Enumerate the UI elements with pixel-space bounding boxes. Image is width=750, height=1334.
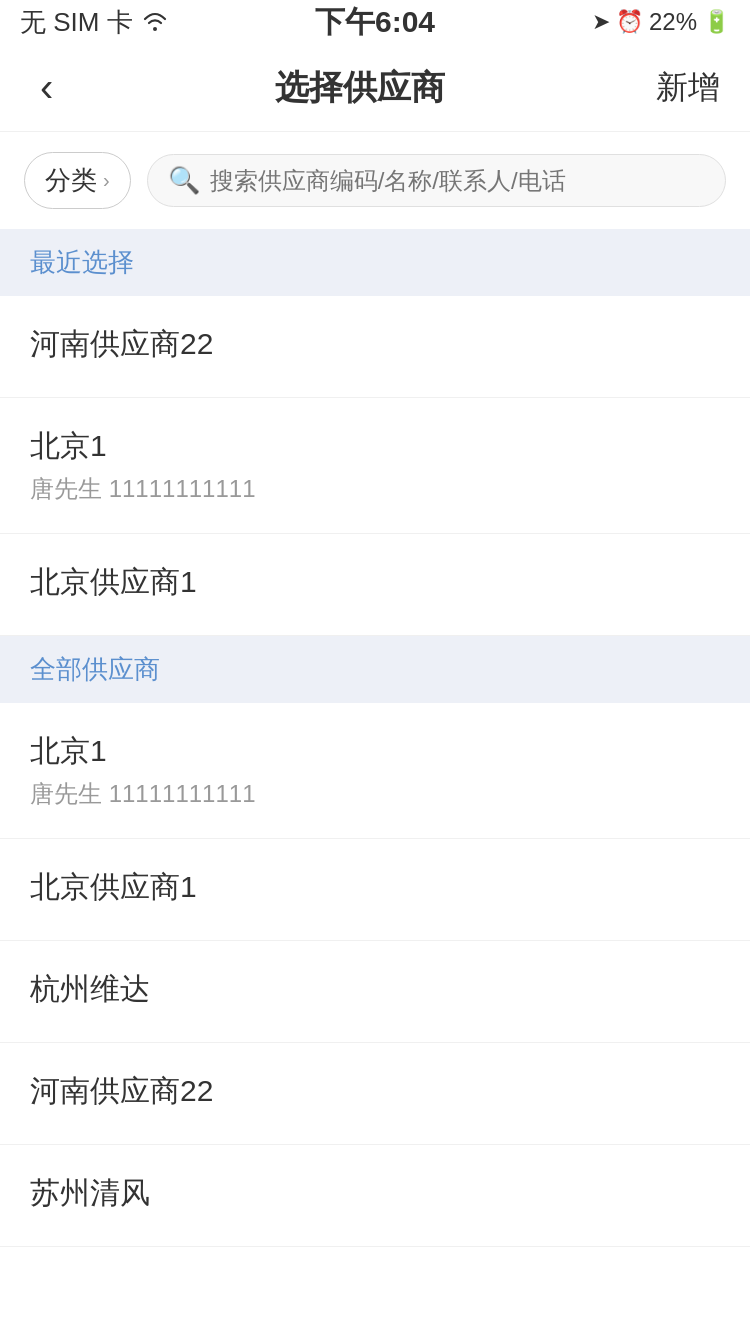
item-name: 北京供应商1 (30, 867, 720, 908)
status-left: 无 SIM 卡 (20, 5, 169, 40)
category-label: 分类 (45, 163, 97, 198)
list-item[interactable]: 河南供应商22 (0, 296, 750, 398)
list-item[interactable]: 杭州维达 (0, 941, 750, 1043)
all-section-label: 全部供应商 (30, 654, 160, 684)
wifi-icon (141, 7, 169, 38)
list-item[interactable]: 苏州清风 (0, 1145, 750, 1247)
recent-section-label: 最近选择 (30, 247, 134, 277)
category-filter[interactable]: 分类 › (24, 152, 131, 209)
back-button[interactable]: ‹ (30, 55, 63, 120)
item-name: 杭州维达 (30, 969, 720, 1010)
list-item[interactable]: 北京1 唐先生 11111111111 (0, 703, 750, 839)
item-sub: 唐先生 11111111111 (30, 778, 720, 810)
all-section-header: 全部供应商 (0, 636, 750, 703)
recent-section-header: 最近选择 (0, 229, 750, 296)
battery-text: 22% (649, 8, 697, 36)
page-title: 选择供应商 (275, 65, 445, 111)
item-name: 北京1 (30, 426, 720, 467)
search-input[interactable] (210, 167, 705, 195)
carrier-text: 无 SIM 卡 (20, 5, 133, 40)
filter-bar: 分类 › 🔍 (0, 132, 750, 229)
new-button[interactable]: 新增 (656, 66, 720, 110)
list-item[interactable]: 河南供应商22 (0, 1043, 750, 1145)
location-icon: ➤ (592, 9, 610, 35)
battery-icon: 🔋 (703, 9, 730, 35)
item-name: 河南供应商22 (30, 1071, 720, 1112)
item-name: 北京供应商1 (30, 562, 720, 603)
item-name: 苏州清风 (30, 1173, 720, 1214)
status-right: ➤ ⏰ 22% 🔋 (592, 8, 730, 36)
item-name: 北京1 (30, 731, 720, 772)
list-item[interactable]: 北京供应商1 (0, 534, 750, 636)
list-item[interactable]: 北京1 唐先生 11111111111 (0, 398, 750, 534)
nav-bar: ‹ 选择供应商 新增 (0, 44, 750, 132)
recent-list: 河南供应商22 北京1 唐先生 11111111111 北京供应商1 (0, 296, 750, 636)
all-list: 北京1 唐先生 11111111111 北京供应商1 杭州维达河南供应商22 苏州清风 (0, 703, 750, 1247)
search-icon: 🔍 (168, 165, 200, 196)
status-bar: 无 SIM 卡 下午6:04 ➤ ⏰ 22% 🔋 (0, 0, 750, 44)
chevron-icon: › (103, 169, 110, 192)
list-item[interactable]: 北京供应商1 (0, 839, 750, 941)
alarm-icon: ⏰ (616, 9, 643, 35)
status-time: 下午6:04 (315, 2, 435, 43)
search-box[interactable]: 🔍 (147, 154, 726, 207)
item-name: 河南供应商22 (30, 324, 720, 365)
item-sub: 唐先生 11111111111 (30, 473, 720, 505)
